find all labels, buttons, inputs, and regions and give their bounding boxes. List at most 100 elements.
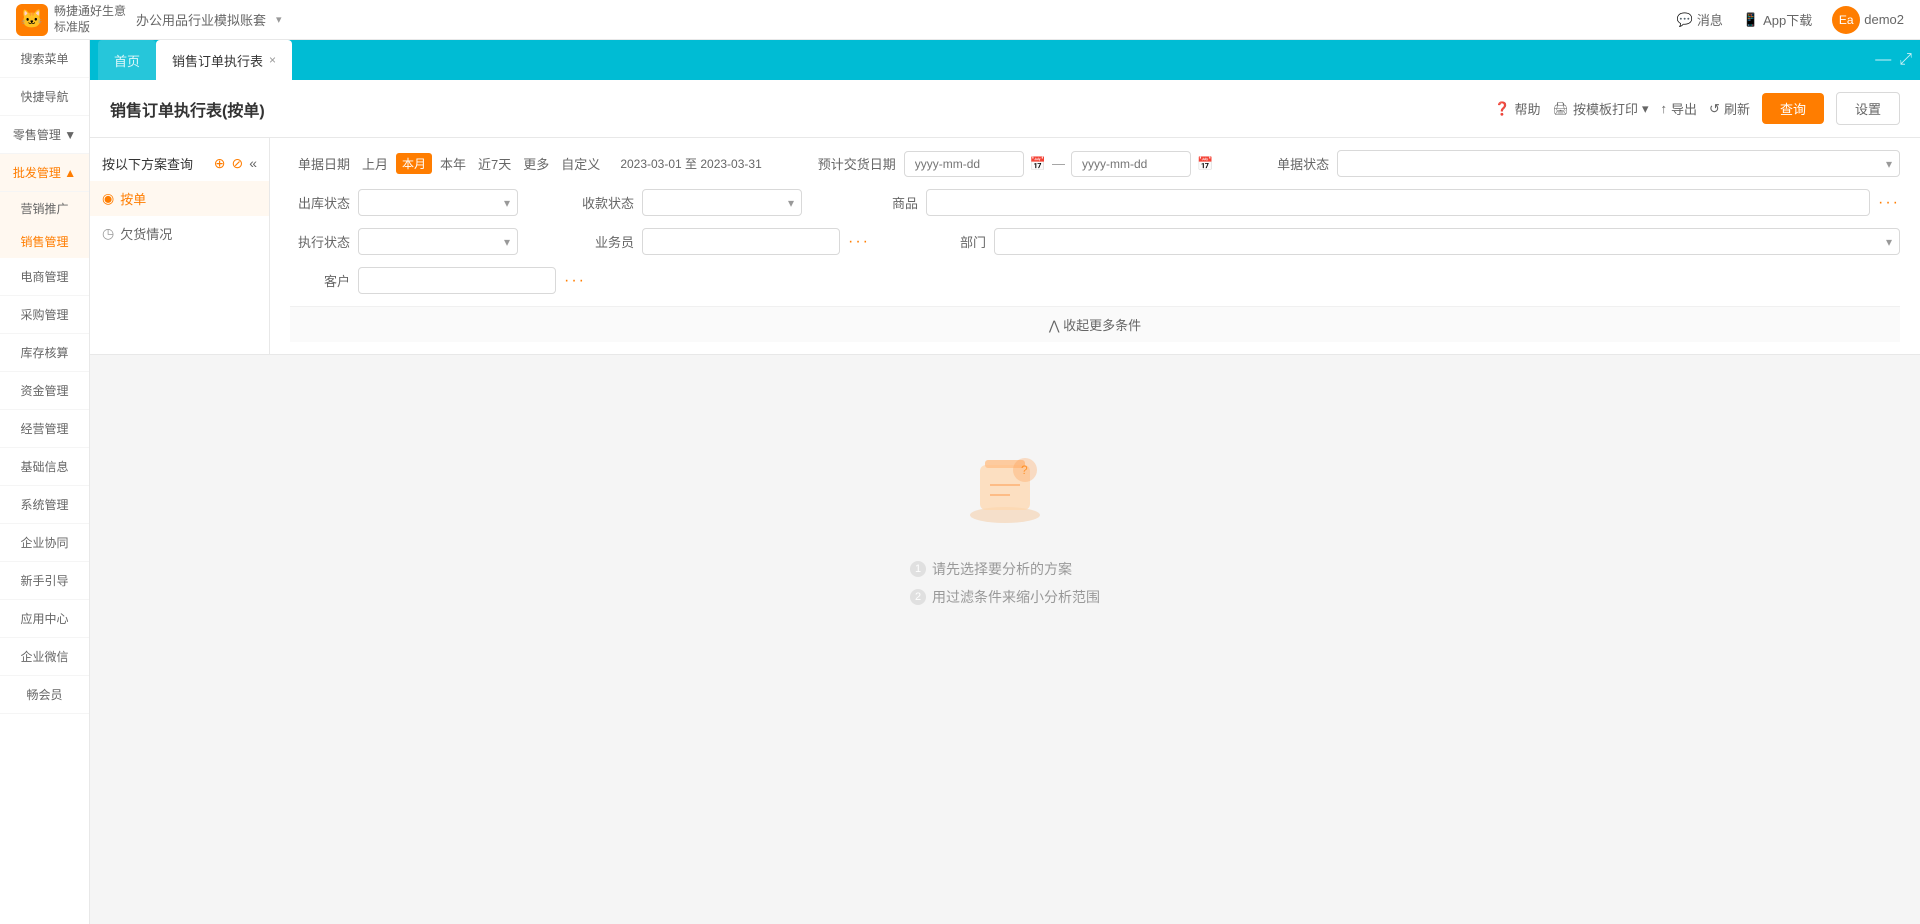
- salesman-dots[interactable]: ···: [848, 233, 870, 251]
- help-button[interactable]: ❓ 帮助: [1494, 99, 1540, 118]
- enterprise-label: 企业协同: [5, 534, 84, 551]
- sidebar-item-inventory[interactable]: 库存核算: [0, 334, 89, 372]
- empty-tip-1: 1 请先选择要分析的方案: [910, 555, 1100, 583]
- predicted-date-from[interactable]: [904, 151, 1024, 177]
- tab-minimize-button[interactable]: —: [1875, 51, 1891, 69]
- empty-tip-2: 2 用过滤条件来缩小分析范围: [910, 583, 1100, 611]
- date-range-display: 2023-03-01 至 2023-03-31: [620, 155, 761, 172]
- date-preset-this-year[interactable]: 本年: [436, 154, 470, 173]
- dept-field: 部门: [926, 228, 1900, 255]
- date-preset-custom[interactable]: 自定义: [557, 154, 604, 173]
- topbar-left: 🐱 畅捷通好生意 标准版 办公用品行业模拟账套 ▾: [16, 4, 282, 36]
- sidebar-item-basic-info[interactable]: 基础信息: [0, 448, 89, 486]
- tab-close-icon[interactable]: ×: [269, 53, 276, 67]
- app-center-label: 应用中心: [5, 610, 84, 627]
- query-button[interactable]: 查询: [1762, 93, 1824, 124]
- sidebar-subitem-sales[interactable]: 销售管理: [0, 225, 89, 258]
- calendar-icon-from[interactable]: 📅: [1030, 156, 1046, 172]
- sidebar-item-members[interactable]: 畅会员: [0, 676, 89, 714]
- export-icon: ↑: [1661, 101, 1668, 116]
- sidebar-item-finance[interactable]: 资金管理: [0, 372, 89, 410]
- app-download-button[interactable]: 📱 App下载: [1743, 10, 1812, 29]
- finance-label: 资金管理: [5, 382, 84, 399]
- purchase-label: 采购管理: [5, 306, 84, 323]
- help-icon: ❓: [1494, 101, 1510, 117]
- payment-status-select-wrapper: [642, 189, 802, 216]
- filter-add-icon[interactable]: ⊕: [214, 155, 226, 172]
- date-preset-this-month[interactable]: 本月: [396, 153, 432, 174]
- enterprise-wechat-label: 企业微信: [5, 648, 84, 665]
- stock-status-select[interactable]: [358, 189, 518, 216]
- filter-settings-icon[interactable]: ⊘: [231, 155, 243, 172]
- message-icon: 💬: [1677, 12, 1693, 28]
- wholesale-label: 批发管理 ▲: [5, 164, 84, 181]
- download-icon: 📱: [1743, 12, 1759, 28]
- tab-home[interactable]: 首页: [98, 40, 156, 80]
- customer-input[interactable]: [358, 267, 556, 294]
- sidebar-item-shortcuts[interactable]: 快捷导航: [0, 78, 89, 116]
- sidebar-item-enterprise[interactable]: 企业协同: [0, 524, 89, 562]
- export-button[interactable]: ↑ 导出: [1661, 99, 1698, 118]
- sidebar-item-purchase[interactable]: 采购管理: [0, 296, 89, 334]
- salesman-input[interactable]: [642, 228, 840, 255]
- sidebar-item-operations[interactable]: 经营管理: [0, 410, 89, 448]
- sidebar-item-wholesale[interactable]: 批发管理 ▲: [0, 154, 89, 192]
- filter-item-by-order-label: 按单: [120, 189, 146, 208]
- tab-bar: 首页 销售订单执行表 × — ⤢: [90, 40, 1920, 80]
- user-menu[interactable]: Ea demo2: [1832, 6, 1904, 34]
- svg-text:?: ?: [1021, 463, 1028, 477]
- filter-collapse-icon[interactable]: «: [249, 155, 257, 172]
- customer-dots[interactable]: ···: [564, 272, 586, 290]
- tab-actions: — ⤢: [1875, 51, 1912, 69]
- collapse-icon: ⋀: [1049, 318, 1063, 333]
- product-input[interactable]: [926, 189, 1870, 216]
- filter-sidebar-icons: ⊕ ⊘ «: [214, 155, 257, 172]
- payment-status-field: 收款状态: [574, 189, 802, 216]
- settings-button[interactable]: 设置: [1836, 92, 1900, 125]
- collapse-bar[interactable]: ⋀ 收起更多条件: [290, 306, 1900, 342]
- filter-sidebar-title: 按以下方案查询: [102, 154, 193, 173]
- sidebar-subitem-marketing[interactable]: 营销推广: [0, 192, 89, 225]
- members-label: 畅会员: [5, 686, 84, 703]
- sidebar-item-retail[interactable]: 零售管理 ▼: [0, 116, 89, 154]
- product-dots[interactable]: ···: [1878, 194, 1900, 212]
- print-dropdown-icon[interactable]: ▾: [1642, 101, 1649, 117]
- date-preset-more[interactable]: 更多: [519, 154, 553, 173]
- breadcrumb-dropdown-icon[interactable]: ▾: [276, 13, 282, 26]
- predicted-date-field: 预计交货日期 📅 — 📅: [818, 151, 1213, 177]
- exec-status-select[interactable]: [358, 228, 518, 255]
- status-label: 单据状态: [1269, 154, 1329, 173]
- exec-status-select-wrapper: [358, 228, 518, 255]
- sidebar-item-app-center[interactable]: 应用中心: [0, 600, 89, 638]
- calendar-icon-to[interactable]: 📅: [1197, 156, 1213, 172]
- sidebar-item-guide[interactable]: 新手引导: [0, 562, 89, 600]
- status-select[interactable]: [1337, 150, 1900, 177]
- sidebar: 搜索菜单 快捷导航 零售管理 ▼ 批发管理 ▲ 营销推广 销售管理 电商管理 采…: [0, 40, 90, 924]
- date-preset-7days[interactable]: 近7天: [474, 154, 515, 173]
- avatar: Ea: [1832, 6, 1860, 34]
- predicted-date-range: 📅 — 📅: [904, 151, 1213, 177]
- message-button[interactable]: 💬 消息: [1677, 10, 1723, 29]
- refresh-button[interactable]: ↺ 刷新: [1709, 99, 1750, 118]
- template-print-button[interactable]: 🖨 按模板打印 ▾: [1552, 99, 1648, 118]
- product-field: 商品 ···: [858, 189, 1900, 216]
- print-icon: 🖨: [1552, 101, 1569, 117]
- dept-select[interactable]: [994, 228, 1900, 255]
- system-label: 系统管理: [5, 496, 84, 513]
- stock-status-field: 出库状态: [290, 189, 518, 216]
- sidebar-item-search[interactable]: 搜索菜单: [0, 40, 89, 78]
- filter-row-1: 单据日期 上月 本月 本年 近7天 更多 自定义 2023-03-0: [290, 150, 1900, 177]
- sidebar-item-enterprise-wechat[interactable]: 企业微信: [0, 638, 89, 676]
- payment-status-select[interactable]: [642, 189, 802, 216]
- tab-restore-button[interactable]: ⤢: [1899, 51, 1912, 69]
- predicted-date-to[interactable]: [1071, 151, 1191, 177]
- filter-item-by-order[interactable]: ◉ 按单: [90, 181, 269, 216]
- date-label: 单据日期: [290, 154, 350, 173]
- tab-active[interactable]: 销售订单执行表 ×: [156, 40, 292, 80]
- sidebar-item-ecommerce[interactable]: 电商管理: [0, 258, 89, 296]
- sidebar-item-system[interactable]: 系统管理: [0, 486, 89, 524]
- filter-item-shortage[interactable]: ◷ 欠货情况: [90, 216, 269, 251]
- tip-num-1: 1: [910, 561, 926, 577]
- logo-icon: 🐱: [16, 4, 48, 36]
- date-preset-last-month[interactable]: 上月: [358, 154, 392, 173]
